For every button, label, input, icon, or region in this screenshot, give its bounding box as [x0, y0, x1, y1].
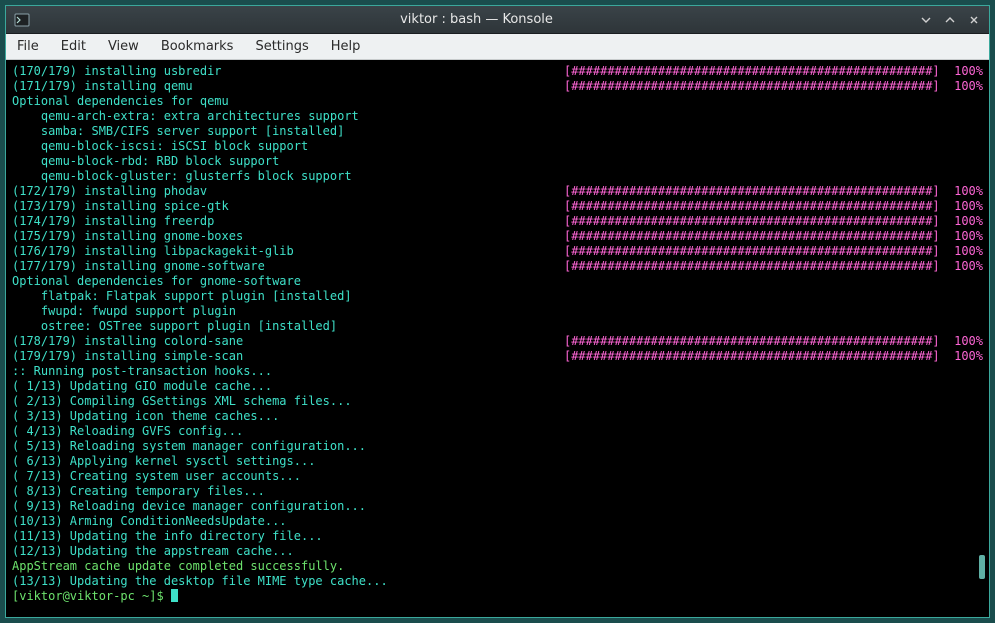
- terminal-line: qemu-block-gluster: glusterfs block supp…: [12, 169, 983, 184]
- menu-edit[interactable]: Edit: [50, 35, 97, 58]
- terminal-line: Optional dependencies for qemu: [12, 94, 983, 109]
- terminal-line: (11/13) Updating the info directory file…: [12, 529, 983, 544]
- terminal-line: samba: SMB/CIFS server support [installe…: [12, 124, 983, 139]
- maximize-button[interactable]: [939, 10, 961, 30]
- terminal-line: ( 3/13) Updating icon theme caches...: [12, 409, 983, 424]
- terminal-line: qemu-block-iscsi: iSCSI block support: [12, 139, 983, 154]
- install-line: (174/179) installing freerdp[###########…: [12, 214, 983, 229]
- terminal-output[interactable]: (170/179) installing usbredir[##########…: [6, 60, 989, 617]
- menubar: File Edit View Bookmarks Settings Help: [6, 34, 989, 60]
- menu-file[interactable]: File: [6, 35, 50, 58]
- install-line: (171/179) installing qemu[##############…: [12, 79, 983, 94]
- terminal-line: (12/13) Updating the appstream cache...: [12, 544, 983, 559]
- terminal-line: ( 7/13) Creating system user accounts...: [12, 469, 983, 484]
- terminal-line: ( 6/13) Applying kernel sysctl settings.…: [12, 454, 983, 469]
- prompt-line[interactable]: [viktor@viktor-pc ~]$: [12, 589, 983, 604]
- terminal-line: fwupd: fwupd support plugin: [12, 304, 983, 319]
- install-line: (173/179) installing spice-gtk[#########…: [12, 199, 983, 214]
- terminal-line: AppStream cache update completed success…: [12, 559, 983, 574]
- install-line: (172/179) installing phodav[############…: [12, 184, 983, 199]
- cursor: [171, 589, 178, 602]
- window-title: viktor : bash — Konsole: [38, 12, 915, 27]
- terminal-line: qemu-arch-extra: extra architectures sup…: [12, 109, 983, 124]
- terminal-line: qemu-block-rbd: RBD block support: [12, 154, 983, 169]
- terminal-line: ( 2/13) Compiling GSettings XML schema f…: [12, 394, 983, 409]
- scrollbar[interactable]: [979, 555, 985, 579]
- terminal-line: ( 4/13) Reloading GVFS config...: [12, 424, 983, 439]
- menu-bookmarks[interactable]: Bookmarks: [150, 35, 245, 58]
- terminal-line: (10/13) Arming ConditionNeedsUpdate...: [12, 514, 983, 529]
- menu-view[interactable]: View: [97, 35, 150, 58]
- install-line: (170/179) installing usbredir[##########…: [12, 64, 983, 79]
- terminal-line: ( 8/13) Creating temporary files...: [12, 484, 983, 499]
- install-line: (178/179) installing colord-sane[#######…: [12, 334, 983, 349]
- menu-help[interactable]: Help: [320, 35, 372, 58]
- terminal-line: ( 9/13) Reloading device manager configu…: [12, 499, 983, 514]
- terminal-line: flatpak: Flatpak support plugin [install…: [12, 289, 983, 304]
- close-button[interactable]: [963, 10, 985, 30]
- terminal-line: ostree: OSTree support plugin [installed…: [12, 319, 983, 334]
- terminal-line: ( 1/13) Updating GIO module cache...: [12, 379, 983, 394]
- titlebar[interactable]: viktor : bash — Konsole: [6, 6, 989, 34]
- install-line: (179/179) installing simple-scan[#######…: [12, 349, 983, 364]
- terminal-line: :: Running post-transaction hooks...: [12, 364, 983, 379]
- window-controls: [915, 10, 989, 30]
- konsole-window: viktor : bash — Konsole File Edit View B…: [5, 5, 990, 618]
- terminal-line: (13/13) Updating the desktop file MIME t…: [12, 574, 983, 589]
- terminal-line: Optional dependencies for gnome-software: [12, 274, 983, 289]
- install-line: (176/179) installing libpackagekit-glib[…: [12, 244, 983, 259]
- install-line: (177/179) installing gnome-software[####…: [12, 259, 983, 274]
- terminal-line: ( 5/13) Reloading system manager configu…: [12, 439, 983, 454]
- minimize-button[interactable]: [915, 10, 937, 30]
- konsole-app-icon: [12, 10, 32, 30]
- install-line: (175/179) installing gnome-boxes[#######…: [12, 229, 983, 244]
- menu-settings[interactable]: Settings: [244, 35, 319, 58]
